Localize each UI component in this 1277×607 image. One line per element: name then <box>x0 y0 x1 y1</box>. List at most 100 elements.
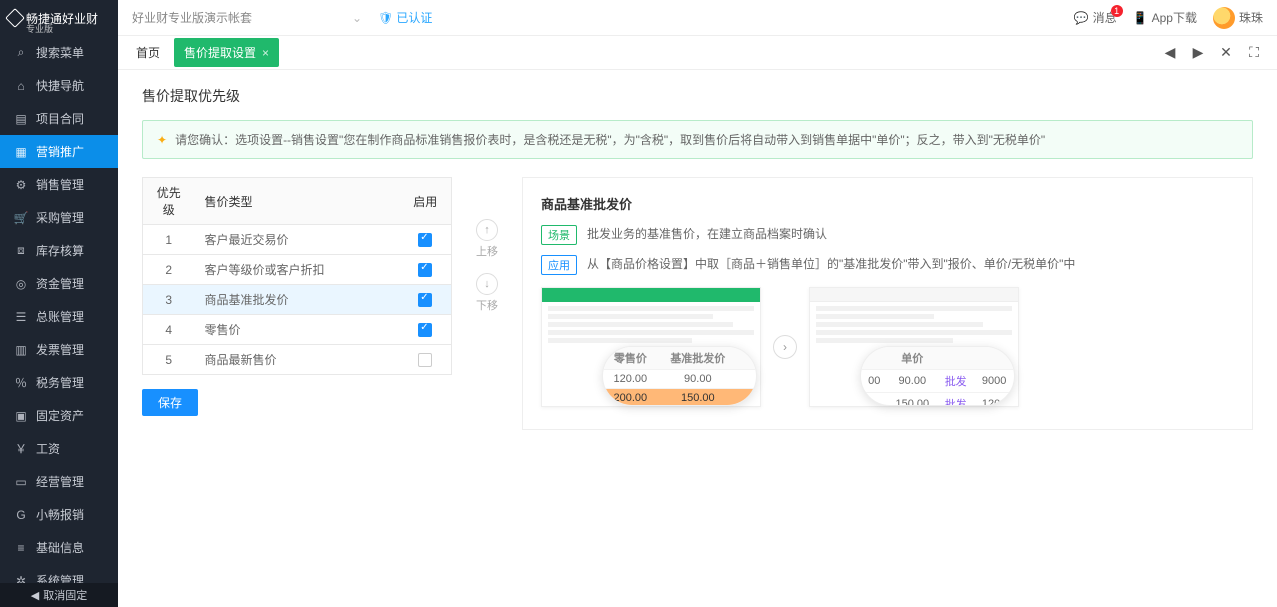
nav-item-label: 采购管理 <box>36 209 84 226</box>
biz-icon: ▭ <box>14 475 28 489</box>
nav-item-cart[interactable]: 🛒 采购管理 <box>0 201 118 234</box>
nav-item-tax[interactable]: ％税务管理 <box>0 366 118 399</box>
content: 售价提取优先级 ✦ 请您确认：选项设置--销售设置"您在制作商品标准销售报价表时… <box>118 70 1277 607</box>
cell-type: 商品基准批发价 <box>195 285 400 315</box>
arrow-right-icon: › <box>773 335 797 359</box>
tab-next[interactable]: ▶ <box>1189 44 1207 62</box>
nav-item-label: 营销推广 <box>36 143 84 160</box>
cell-type: 客户最近交易价 <box>195 225 400 255</box>
move-down-label: 下移 <box>476 297 498 313</box>
tab-home[interactable]: 首页 <box>132 44 164 61</box>
nav-item-home[interactable]: ⌂快捷导航 <box>0 69 118 102</box>
nav-item-sys[interactable]: ✲ 系统管理 <box>0 564 118 583</box>
table-row[interactable]: 5商品最新售价 <box>143 345 452 375</box>
move-up[interactable]: ↑ <box>476 219 498 241</box>
nav-item-label: 搜索菜单 <box>36 44 84 61</box>
table-row[interactable]: 3商品基准批发价 <box>143 285 452 315</box>
pin-toggle[interactable]: ◀ 取消固定 <box>0 583 118 607</box>
tab-active-label: 售价提取设置 <box>184 44 256 61</box>
base-icon: ≡ <box>14 541 28 555</box>
col-priority: 优先级 <box>143 178 195 225</box>
nav-item-grid[interactable]: ▦营销推广 <box>0 135 118 168</box>
cell-type: 客户等级价或客户折扣 <box>195 255 400 285</box>
nav-item-label: 经营管理 <box>36 473 84 490</box>
nav-item-asset[interactable]: ▣ 固定资产 <box>0 399 118 432</box>
enable-checkbox[interactable] <box>418 323 432 337</box>
verified-label: 已认证 <box>396 9 432 26</box>
chevron-down-icon: ⌄ <box>352 11 362 25</box>
nav-item-label: 总账管理 <box>36 308 84 325</box>
bulb-icon: ✦ <box>157 133 167 147</box>
detail-panel: 商品基准批发价 场景 批发业务的基准售价，在建立商品档案时确认 应用 从【商品价… <box>522 177 1253 430</box>
nav-item-label: 发票管理 <box>36 341 84 358</box>
tab-close-all[interactable]: ✕ <box>1217 44 1235 62</box>
report-icon: G <box>14 508 28 522</box>
enable-checkbox[interactable] <box>418 353 432 367</box>
user-menu[interactable]: 珠珠 <box>1213 7 1263 29</box>
tabs: 首页 售价提取设置 × ◀ ▶ ✕ ⛶ <box>118 36 1277 70</box>
nav-item-search[interactable]: ⌕搜索菜单 <box>0 36 118 69</box>
tab-active[interactable]: 售价提取设置 × <box>174 38 279 67</box>
table-row[interactable]: 4零售价 <box>143 315 452 345</box>
tab-prev[interactable]: ◀ <box>1161 44 1179 62</box>
table-row[interactable]: 1客户最近交易价 <box>143 225 452 255</box>
nav-item-ledger[interactable]: ☰ 总账管理 <box>0 300 118 333</box>
cell-priority: 2 <box>143 255 195 285</box>
cell-priority: 3 <box>143 285 195 315</box>
messages-count: 1 <box>1111 5 1123 17</box>
nav-item-gear[interactable]: ⚙销售管理 <box>0 168 118 201</box>
illustration: 零售价基准批发价 120.0090.00 200.00150.00 › <box>541 287 1234 407</box>
asset-icon: ▣ <box>14 409 28 423</box>
nav-item-label: 固定资产 <box>36 407 84 424</box>
alert: ✦ 请您确认：选项设置--销售设置"您在制作商品标准销售报价表时，是含税还是无税… <box>142 120 1253 159</box>
brand-logo-icon <box>5 8 25 28</box>
nav-item-report[interactable]: G小畅报销 <box>0 498 118 531</box>
download-button[interactable]: 📱 App下载 <box>1133 9 1197 26</box>
sys-icon: ✲ <box>14 574 28 584</box>
enable-checkbox[interactable] <box>418 293 432 307</box>
pin-icon: ◀ <box>31 589 39 602</box>
user-name: 珠珠 <box>1239 9 1263 26</box>
col-enable: 启用 <box>400 178 452 225</box>
nav-item-biz[interactable]: ▭ 经营管理 <box>0 465 118 498</box>
cart-icon: 🛒 <box>14 211 28 225</box>
tab-fullscreen[interactable]: ⛶ <box>1245 44 1263 62</box>
save-button[interactable]: 保存 <box>142 389 198 416</box>
ledger-icon: ☰ <box>14 310 28 324</box>
nav-item-invoice[interactable]: ▥ 发票管理 <box>0 333 118 366</box>
brand-logo: 畅捷通好业财 专业版 <box>0 0 118 36</box>
gear-icon: ⚙ <box>14 178 28 192</box>
home-icon: ⌂ <box>14 79 28 93</box>
col-type: 售价类型 <box>195 178 400 225</box>
illus-target-lens: 单价 0090.00批发9000 150.00批发1200 <box>860 346 1015 406</box>
scene-text: 批发业务的基准售价，在建立商品档案时确认 <box>587 225 827 242</box>
chat-icon: 💬 <box>1074 11 1089 25</box>
tenant-select[interactable]: 好业财专业版演示帐套 ⌄ <box>132 9 362 26</box>
tax-icon: ％ <box>14 376 28 390</box>
enable-checkbox[interactable] <box>418 233 432 247</box>
invoice-icon: ▥ <box>14 343 28 357</box>
nav-item-label: 项目合同 <box>36 110 84 127</box>
nav-item-doc[interactable]: ▤项目合同 <box>0 102 118 135</box>
apply-text: 从【商品价格设置】中取［商品＋销售单位］的"基准批发价"带入到"报价、单价/无税… <box>587 255 1075 272</box>
shield-icon: 🛡 <box>378 11 393 25</box>
nav-item-coin[interactable]: ◎资金管理 <box>0 267 118 300</box>
cell-priority: 4 <box>143 315 195 345</box>
detail-title: 商品基准批发价 <box>541 194 1234 213</box>
alert-text: 请您确认：选项设置--销售设置"您在制作商品标准销售报价表时，是含税还是无税"，… <box>175 131 1045 148</box>
nav-item-base[interactable]: ≡基础信息 <box>0 531 118 564</box>
download-label: App下载 <box>1152 9 1197 26</box>
verified-badge: 🛡 已认证 <box>378 9 432 26</box>
close-icon[interactable]: × <box>262 46 269 60</box>
table-row[interactable]: 2客户等级价或客户折扣 <box>143 255 452 285</box>
nav-item-label: 系统管理 <box>36 572 84 583</box>
nav-item-box[interactable]: ⧈库存核算 <box>0 234 118 267</box>
nav-item-pay[interactable]: ￥工资 <box>0 432 118 465</box>
move-down[interactable]: ↓ <box>476 273 498 295</box>
illus-source: 零售价基准批发价 120.0090.00 200.00150.00 <box>541 287 761 407</box>
move-up-label: 上移 <box>476 243 498 259</box>
enable-checkbox[interactable] <box>418 263 432 277</box>
reorder-controls: ↑ 上移 ↓ 下移 <box>470 177 504 313</box>
messages-button[interactable]: 💬 消息 1 <box>1074 9 1117 26</box>
nav-item-label: 工资 <box>36 440 60 457</box>
